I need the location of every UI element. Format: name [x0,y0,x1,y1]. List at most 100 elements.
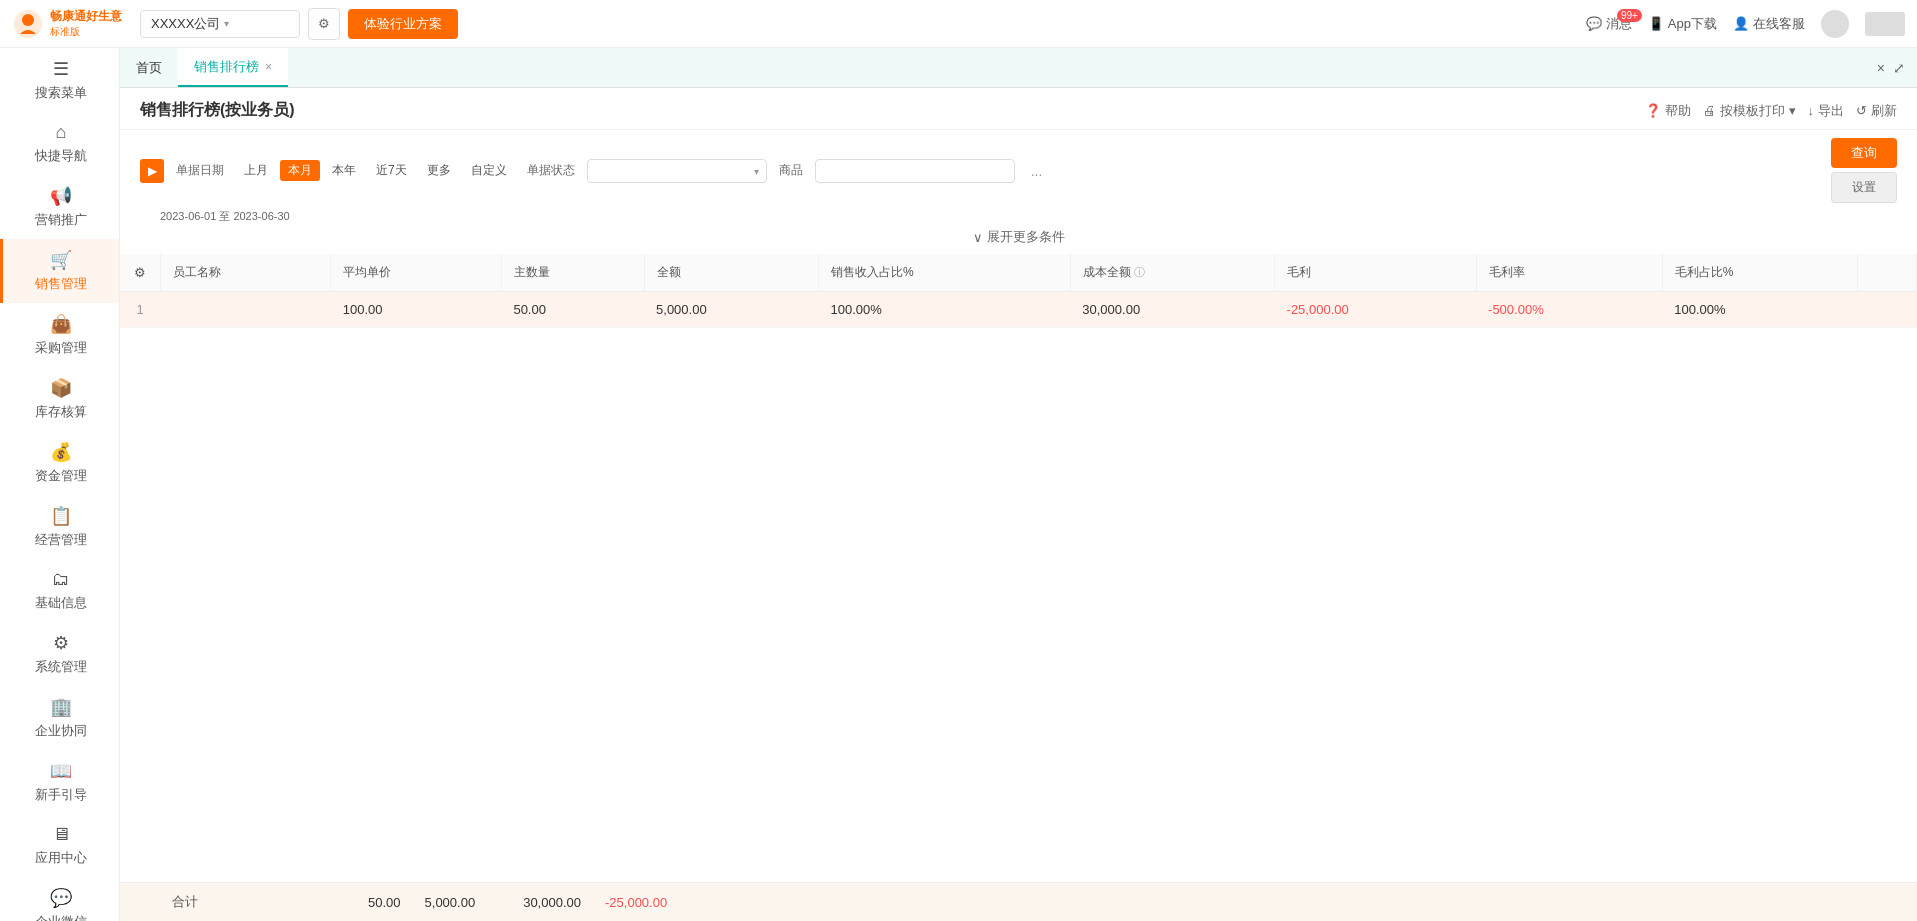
sidebar-item-guide[interactable]: 📖 新手引导 [0,750,119,814]
message-badge: 99+ [1617,9,1642,22]
status-select-wrapper: ▾ [587,159,767,183]
col-settings[interactable]: ⚙ [120,254,160,292]
export-btn[interactable]: ↓ 导出 [1808,102,1845,120]
sidebar-label-system: 系统管理 [35,658,87,676]
goods-label: 商品 [779,162,803,179]
filter-bar: ▶ 单据日期 上月 本月 本年 近7天 更多 自定义 单据状态 [120,129,1917,254]
online-service-link[interactable]: 👤 在线客服 [1733,15,1805,33]
sidebar-item-system[interactable]: ⚙ 系统管理 [0,622,119,686]
trial-button[interactable]: 体验行业方案 [348,9,458,39]
message-icon: 💬 [1586,16,1602,31]
sidebar-item-search[interactable]: ☰ 搜索菜单 [0,48,119,112]
date-range-display: 2023-06-01 至 2023-06-30 [140,209,1897,224]
sidebar-icon-marketing: 📢 [50,185,72,207]
logo-area: 畅康通好生意 标准版 [12,8,132,40]
sidebar-item-finance[interactable]: 💰 资金管理 [0,431,119,495]
footer-label: 合计 [132,893,332,911]
main-layout: ☰ 搜索菜单 ⌂ 快捷导航 📢 营销推广 🛒 销售管理 👜 采购管理 📦 库存核… [0,48,1917,921]
sidebar-item-purchase[interactable]: 👜 采购管理 [0,303,119,367]
page-content: 销售排行榜(按业务员) ❓ 帮助 🖨 按模板打印 ▾ ↓ 导出 [120,88,1917,921]
sidebar-item-basic-info[interactable]: 🗂 基础信息 [0,559,119,622]
sidebar-label-app-center: 应用中心 [35,849,87,867]
window-close-btn[interactable]: × [1877,60,1885,76]
sidebar-item-sales[interactable]: 🛒 销售管理 [0,239,119,303]
date-tab-7days[interactable]: 近7天 [368,160,415,181]
status-select[interactable] [587,159,767,183]
sidebar-icon-search: ☰ [53,58,69,80]
col-gross-rate: 毛利率 [1476,254,1662,292]
window-restore-btn[interactable]: ⤢ [1893,60,1905,76]
sidebar-label-purchase: 采购管理 [35,339,87,357]
tab-bar-right: × ⤢ [1877,60,1917,76]
chevron-print-icon: ▾ [1789,103,1796,118]
table-settings-icon[interactable]: ⚙ [134,265,146,280]
date-tab-custom[interactable]: 自定义 [463,160,515,181]
sidebar-icon-inventory: 📦 [50,377,72,399]
sidebar-item-marketing[interactable]: 📢 营销推广 [0,175,119,239]
date-tab-this-month[interactable]: 本月 [280,160,320,181]
col-gross-ratio: 毛利占比% [1662,254,1858,292]
filter-actions: 查询 设置 [1831,138,1897,203]
col-name: 员工名称 [160,254,331,292]
date-tab-more[interactable]: 更多 [419,160,459,181]
help-btn[interactable]: ❓ 帮助 [1645,102,1691,120]
user-menu[interactable] [1865,12,1905,36]
filter-row-1: ▶ 单据日期 上月 本月 本年 近7天 更多 自定义 单据状态 [140,138,1897,203]
date-label: 单据日期 [176,162,224,179]
sidebar-icon-quick-nav: ⌂ [56,122,67,143]
date-tab-this-year[interactable]: 本年 [324,160,364,181]
table-header: ⚙ 员工名称 平均单价 主数量 全额 销售收入占比% 成本全额 ⓘ 毛利 毛利率… [120,254,1917,292]
goods-input[interactable] [815,159,1015,183]
expand-btn[interactable]: ∨ 展开更多条件 [973,228,1065,246]
settings-button[interactable]: 设置 [1831,172,1897,203]
sidebar-label-sales: 销售管理 [35,275,87,293]
company-selector[interactable]: XXXXX公司 ▾ [140,10,300,38]
top-header: 畅康通好生意 标准版 XXXXX公司 ▾ ⚙ 体验行业方案 💬 消息 99+ 📱… [0,0,1917,48]
home-tab-label: 首页 [136,59,162,77]
date-tabs: 上月 本月 本年 近7天 更多 自定义 [236,160,515,181]
refresh-btn[interactable]: ↺ 刷新 [1856,102,1897,120]
arrow-right-icon: ▶ [148,164,157,178]
help-icon: ❓ [1645,103,1661,118]
cell-gross-ratio: 100.00% [1662,292,1858,328]
sidebar-item-operations[interactable]: 📋 经营管理 [0,495,119,559]
template-print-btn[interactable]: 🖨 按模板打印 ▾ [1703,102,1796,120]
sidebar-item-app-center[interactable]: 🖥 应用中心 [0,814,119,877]
table-row: 1 100.00 50.00 5,000.00 100.00% 30,000.0… [120,292,1917,328]
sidebar-item-wechat[interactable]: 💬 企业微信 [0,877,119,921]
export-icon: ↓ [1808,103,1815,118]
status-label: 单据状态 [527,162,575,179]
date-tab-last-month[interactable]: 上月 [236,160,276,181]
service-icon: 👤 [1733,16,1749,31]
footer-avg-price [332,895,356,910]
cell-main-qty: 50.00 [501,292,644,328]
sidebar-icon-purchase: 👜 [50,313,72,335]
content-area: 首页 销售排行榜 × × ⤢ 销售排行榜(按业务员) ❓ 帮助 [120,48,1917,921]
query-button[interactable]: 查询 [1831,138,1897,168]
sidebar-icon-wechat: 💬 [50,887,72,909]
header-right: 💬 消息 99+ 📱 App下载 👤 在线客服 [1586,10,1905,38]
sidebar-icon-operations: 📋 [50,505,72,527]
cell-gross: -25,000.00 [1275,292,1477,328]
cell-sales-ratio: 100.00% [819,292,1071,328]
filter-expand-arrow[interactable]: ▶ [140,159,164,183]
col-extra [1858,254,1917,292]
avatar[interactable] [1821,10,1849,38]
tab-close-icon[interactable]: × [265,60,272,74]
sidebar-item-quick-nav[interactable]: ⌂ 快捷导航 [0,112,119,175]
message-area[interactable]: 💬 消息 99+ [1586,15,1632,33]
tab-home[interactable]: 首页 [120,48,178,87]
tab-sales-ranking[interactable]: 销售排行榜 × [178,48,288,87]
sidebar-label-guide: 新手引导 [35,786,87,804]
goods-more-btn[interactable]: ... [1027,163,1047,179]
cell-gross-rate: -500.00% [1476,292,1662,328]
sidebar-label-basic-info: 基础信息 [35,594,87,612]
phone-icon: 📱 [1648,16,1664,31]
footer-cost-total: 30,000.00 [511,895,593,910]
col-total: 全额 [644,254,818,292]
settings-icon-btn[interactable]: ⚙ [308,8,340,40]
sidebar-item-enterprise[interactable]: 🏢 企业协同 [0,686,119,750]
sidebar-item-inventory[interactable]: 📦 库存核算 [0,367,119,431]
col-main-qty: 主数量 [501,254,644,292]
app-download-link[interactable]: 📱 App下载 [1648,15,1717,33]
